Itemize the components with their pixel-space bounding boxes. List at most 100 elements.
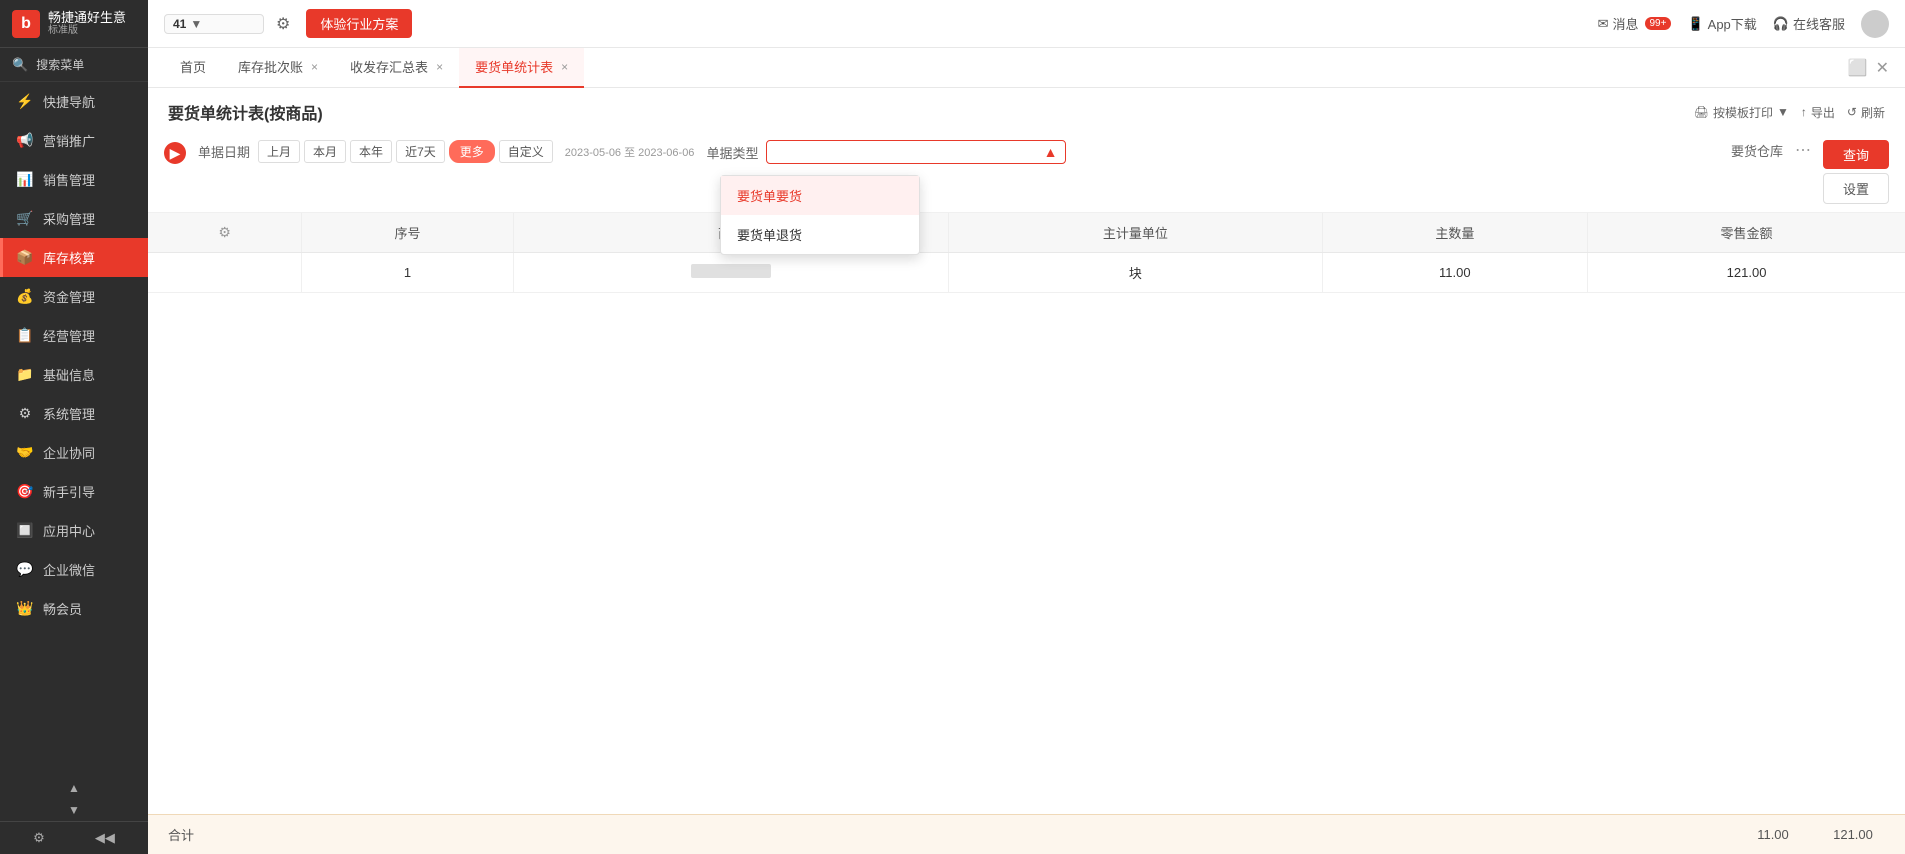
sidebar-item-label: 系统管理	[43, 404, 95, 423]
sidebar-item-label: 应用中心	[43, 521, 95, 540]
marketing-icon: 📢	[15, 132, 35, 149]
sidebar-item-quick-nav[interactable]: ⚡ 快捷导航	[0, 82, 148, 121]
date-btn-last-month[interactable]: 上月	[258, 140, 300, 163]
date-range-text: 2023-05-06 至 2023-06-06	[565, 144, 695, 160]
topbar: 41 ▼ ⚙ 体验行业方案 ✉ 消息 99+ 📱 App下载 🎧 在线客服	[148, 0, 1905, 48]
tab-home[interactable]: 首页	[164, 48, 222, 88]
date-filter-label: 单据日期	[198, 142, 250, 161]
sidebar-item-operations[interactable]: 📋 经营管理	[0, 316, 148, 355]
sidebar-item-label: 资金管理	[43, 287, 95, 306]
sidebar-item-label: 经营管理	[43, 326, 95, 345]
warehouse-more-btn[interactable]: ⋯	[1795, 140, 1811, 160]
type-filter-label: 单据类型	[706, 143, 758, 162]
enterprise-icon: 🤝	[15, 444, 35, 461]
sidebar-nav: ⚡ 快捷导航 📢 营销推广 📊 销售管理 🛒采购管理📦库存核算 💰 资金管理 📋 经营管理 📁基础信息…	[0, 82, 148, 777]
sidebar-item-label: 快捷导航	[43, 92, 95, 111]
date-btn-more[interactable]: 更多	[449, 140, 495, 163]
finance-icon: 💰	[15, 288, 35, 305]
filter-toggle-btn[interactable]: ▶	[164, 142, 186, 164]
tabs-close-all-btn[interactable]: ✕	[1876, 58, 1889, 78]
operations-icon: 📋	[15, 327, 35, 344]
td-product	[513, 253, 948, 293]
date-btn-7days[interactable]: 近7天	[396, 140, 445, 163]
data-table: ⚙ 序号 商品 主计量单位 主数量 零售金额 1 块 11.00	[148, 213, 1905, 293]
sales-icon: 📊	[15, 171, 35, 188]
filter-bar: ▶ 单据日期 上月 本月 本年 近7天 更多 自定义 2023-05-06 至 …	[148, 132, 1905, 213]
footer-amount: 121.00	[1813, 827, 1893, 842]
messages-btn[interactable]: ✉ 消息 99+	[1598, 14, 1672, 33]
sidebar-item-enterprise[interactable]: 🤝企业协同	[0, 433, 148, 472]
th-amount: 零售金额	[1588, 213, 1905, 253]
tabs-restore-btn[interactable]: ⬜	[1848, 58, 1868, 78]
filter-right-btns: 查询 设置	[1823, 140, 1889, 204]
workspace-selector[interactable]: 41 ▼	[164, 14, 264, 34]
sidebar-item-member[interactable]: 👑畅会员	[0, 589, 148, 628]
sidebar-item-label: 企业微信	[43, 560, 95, 579]
inventory-icon: 📦	[15, 249, 35, 266]
sidebar-item-label: 新手引导	[43, 482, 95, 501]
tab-close-order-stats[interactable]: ×	[561, 60, 568, 74]
sidebar-item-purchase[interactable]: 🛒采购管理	[0, 199, 148, 238]
tab-order-stats[interactable]: 要货单统计表 ×	[459, 48, 584, 88]
date-btn-custom[interactable]: 自定义	[499, 140, 553, 163]
sidebar-item-system[interactable]: ⚙系统管理	[0, 394, 148, 433]
topbar-gear-icon[interactable]: ⚙	[276, 14, 290, 34]
app-name: 畅捷通好生意 标准版	[48, 10, 126, 38]
sidebar-footer: ⚙ ◀◀	[0, 821, 148, 854]
sidebar-item-guide[interactable]: 🎯新手引导	[0, 472, 148, 511]
sidebar-item-app-center[interactable]: 🔲应用中心	[0, 511, 148, 550]
date-btn-this-year[interactable]: 本年	[350, 140, 392, 163]
tab-close-inventory-batch[interactable]: ×	[311, 60, 318, 74]
export-btn[interactable]: ↑ 导出	[1801, 104, 1835, 121]
sidebar-item-finance[interactable]: 💰 资金管理	[0, 277, 148, 316]
main-content: 41 ▼ ⚙ 体验行业方案 ✉ 消息 99+ 📱 App下载 🎧 在线客服	[148, 0, 1905, 854]
message-icon: ✉	[1598, 16, 1609, 32]
trial-btn[interactable]: 体验行业方案	[306, 9, 412, 38]
refresh-btn[interactable]: ↺ 刷新	[1847, 104, 1885, 121]
sidebar-item-wecom[interactable]: 💬企业微信	[0, 550, 148, 589]
th-settings[interactable]: ⚙	[148, 213, 302, 253]
sidebar-item-marketing[interactable]: 📢 营销推广	[0, 121, 148, 160]
table-footer: 合计 11.00 121.00	[148, 814, 1905, 854]
export-icon: ↑	[1801, 105, 1807, 119]
query-btn[interactable]: 查询	[1823, 140, 1889, 169]
date-filter-group: 单据日期 上月 本月 本年 近7天 更多 自定义 2023-05-06 至 20…	[198, 140, 694, 163]
dropdown-item-order[interactable]: 要货单要货	[721, 176, 919, 215]
app-download-btn[interactable]: 📱 App下载	[1687, 14, 1756, 33]
sidebar-settings-btn[interactable]: ⚙	[33, 830, 45, 846]
sidebar-item-basic-info[interactable]: 📁基础信息	[0, 355, 148, 394]
topbar-right: ✉ 消息 99+ 📱 App下载 🎧 在线客服	[1598, 10, 1889, 38]
dropdown-item-return[interactable]: 要货单退货	[721, 215, 919, 254]
settings-btn[interactable]: 设置	[1823, 173, 1889, 204]
sidebar-item-inventory[interactable]: 📦库存核算	[0, 238, 148, 277]
sidebar-search[interactable]: 🔍 搜索菜单	[0, 48, 148, 82]
date-buttons: 上月 本月 本年 近7天 更多 自定义	[258, 140, 553, 163]
sidebar-collapse-btn[interactable]: ◀◀	[95, 830, 115, 846]
table-settings-icon[interactable]: ⚙	[218, 224, 231, 240]
type-select-arrow-up-icon[interactable]: ▲	[1044, 144, 1058, 160]
quick-nav-icon: ⚡	[15, 93, 35, 110]
tab-receive-summary[interactable]: 收发存汇总表 ×	[334, 48, 459, 88]
sidebar-item-label: 基础信息	[43, 365, 95, 384]
page-header: 要货单统计表(按商品) 🖨 按模板打印 ▼ ↑ 导出 ↺ 刷新	[148, 88, 1905, 132]
print-btn[interactable]: 🖨 按模板打印 ▼	[1694, 104, 1789, 121]
tab-close-receive-summary[interactable]: ×	[436, 60, 443, 74]
warehouse-filter-label: 要货仓库	[1731, 141, 1783, 160]
warehouse-filter-group: 要货仓库 ⋯	[1731, 140, 1811, 160]
sidebar-scroll-up[interactable]: ▲	[0, 777, 148, 799]
type-select-input[interactable]	[775, 145, 1043, 160]
app-logo-icon: b	[12, 10, 40, 38]
tab-inventory-batch[interactable]: 库存批次账 ×	[222, 48, 334, 88]
sidebar-item-label: 销售管理	[43, 170, 95, 189]
date-btn-this-month[interactable]: 本月	[304, 140, 346, 163]
td-checkbox[interactable]	[148, 253, 302, 293]
type-dropdown: 要货单要货 要货单退货	[720, 175, 920, 255]
sidebar-item-sales[interactable]: 📊 销售管理	[0, 160, 148, 199]
page-actions: 🖨 按模板打印 ▼ ↑ 导出 ↺ 刷新	[1694, 104, 1885, 121]
user-avatar[interactable]	[1861, 10, 1889, 38]
headset-icon: 🎧	[1773, 16, 1789, 32]
online-service-btn[interactable]: 🎧 在线客服	[1773, 14, 1845, 33]
sidebar-item-label: 营销推广	[43, 131, 95, 150]
td-index: 1	[302, 253, 514, 293]
sidebar-scroll-down[interactable]: ▼	[0, 799, 148, 821]
